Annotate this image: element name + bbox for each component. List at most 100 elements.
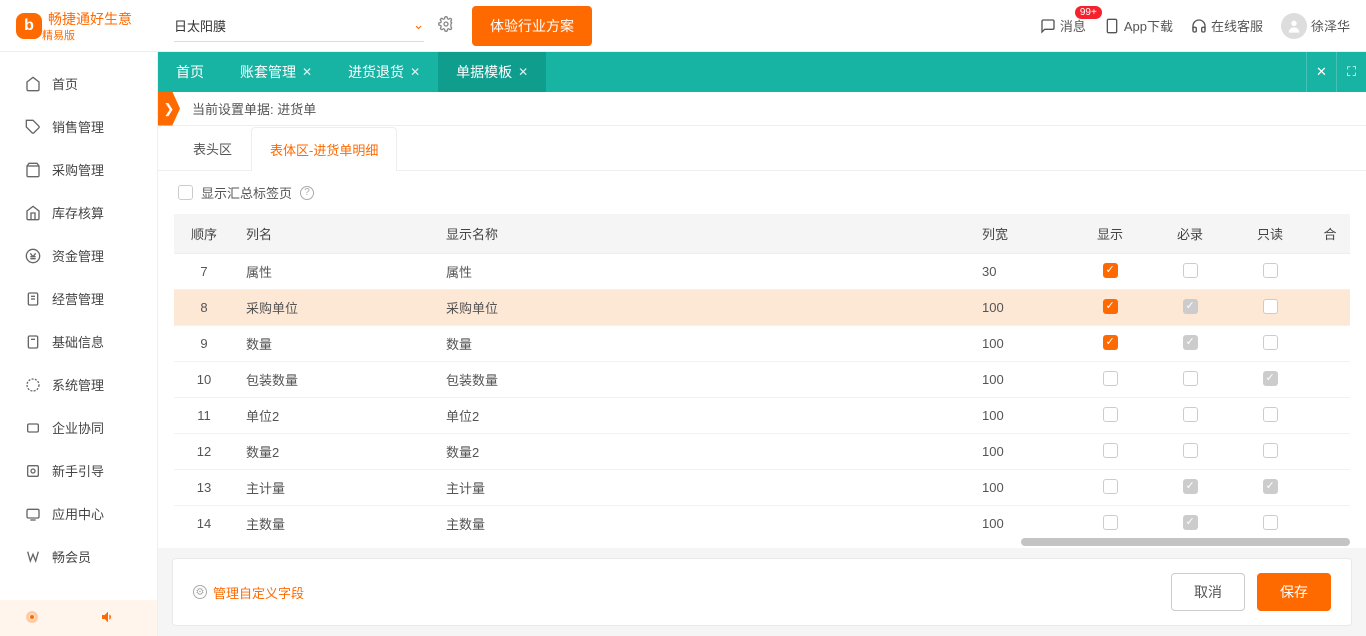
tab-0[interactable]: 首页 (158, 52, 222, 92)
col-readonly: 只读 (1230, 214, 1310, 254)
tab-1[interactable]: 账套管理✕ (222, 52, 330, 92)
col-show: 显示 (1070, 214, 1150, 254)
checkbox[interactable] (1103, 335, 1118, 350)
tv-icon (24, 505, 42, 523)
app-header: b 畅捷通好生意 精易版 日太阳膜 ⌄ 体验行业方案 消息 99+ App下载 (0, 0, 1366, 52)
col-sum: 合 (1310, 214, 1350, 254)
checkbox (1183, 479, 1198, 494)
clip-icon (24, 290, 42, 308)
show-summary-checkbox[interactable] (178, 185, 193, 200)
tab-3[interactable]: 单据模板✕ (438, 52, 546, 92)
sidebar-item-10[interactable]: 应用中心 (0, 492, 157, 535)
checkbox[interactable] (1263, 263, 1278, 278)
checkbox[interactable] (1103, 443, 1118, 458)
col-required: 必录 (1150, 214, 1230, 254)
page-tabs: 首页账套管理✕进货退货✕单据模板✕ ✕ ⛶ (158, 52, 1366, 92)
home-icon (24, 75, 42, 93)
checkbox[interactable] (1263, 335, 1278, 350)
checkbox[interactable] (1103, 515, 1118, 530)
sidebar-item-3[interactable]: 库存核算 (0, 191, 157, 234)
industry-plan-button[interactable]: 体验行业方案 (472, 6, 592, 46)
avatar-icon (1281, 13, 1307, 39)
arrow-right-icon: ❯ (158, 92, 180, 126)
sidebar-item-7[interactable]: 系统管理 (0, 363, 157, 406)
checkbox (1183, 335, 1198, 350)
col-display: 显示名称 (434, 214, 970, 254)
checkbox[interactable] (1183, 371, 1198, 386)
checkbox[interactable] (1103, 407, 1118, 422)
manage-custom-fields-link[interactable]: ⚙ 管理自定义字段 (193, 583, 304, 602)
sidebar-item-2[interactable]: 采购管理 (0, 148, 157, 191)
col-seq: 顺序 (174, 214, 234, 254)
message-badge: 99+ (1075, 6, 1102, 19)
table-row[interactable]: 11单位2单位2100 (174, 398, 1350, 434)
table-row[interactable]: 9数量数量100 (174, 326, 1350, 362)
sidebar-item-11[interactable]: 畅会员 (0, 535, 157, 578)
sidebar-item-4[interactable]: 资金管理 (0, 234, 157, 277)
footer-gear-icon[interactable] (24, 609, 40, 628)
checkbox[interactable] (1103, 479, 1118, 494)
tab-2[interactable]: 进货退货✕ (330, 52, 438, 92)
tag-icon (24, 118, 42, 136)
sidebar-item-6[interactable]: 基础信息 (0, 320, 157, 363)
gear-small-icon: ⚙ (193, 585, 207, 599)
checkbox[interactable] (1183, 443, 1198, 458)
close-icon[interactable]: ✕ (518, 65, 528, 79)
subtab-1[interactable]: 表体区-进货单明细 (251, 127, 397, 171)
online-service-button[interactable]: 在线客服 (1191, 16, 1263, 35)
house-icon (24, 204, 42, 222)
footer-sound-icon[interactable] (100, 609, 116, 628)
settings-icon[interactable] (438, 16, 454, 35)
close-icon[interactable]: ✕ (410, 65, 420, 79)
org-selector[interactable]: 日太阳膜 ⌄ (174, 10, 424, 42)
sync-icon (24, 376, 42, 394)
logo-text: 畅捷通好生意 (48, 11, 132, 27)
sidebar-item-9[interactable]: 新手引导 (0, 449, 157, 492)
close-tab-button[interactable]: ✕ (1306, 52, 1336, 92)
checkbox[interactable] (1263, 407, 1278, 422)
checkbox[interactable] (1263, 515, 1278, 530)
fullscreen-button[interactable]: ⛶ (1336, 52, 1366, 92)
checkbox[interactable] (1183, 263, 1198, 278)
info-icon (24, 333, 42, 351)
sidebar-item-0[interactable]: 首页 (0, 62, 157, 105)
checkbox[interactable] (1183, 407, 1198, 422)
table-row[interactable]: 10包装数量包装数量100 (174, 362, 1350, 398)
guide-icon (24, 462, 42, 480)
help-icon[interactable]: ? (300, 186, 314, 200)
phone-icon (1104, 18, 1120, 34)
sidebar-item-1[interactable]: 销售管理 (0, 105, 157, 148)
money-icon (24, 247, 42, 265)
checkbox[interactable] (1263, 443, 1278, 458)
checkbox (1263, 371, 1278, 386)
logo-subtitle: 精易版 (42, 27, 132, 43)
app-download-button[interactable]: App下载 (1104, 16, 1173, 35)
table-row[interactable]: 12数量2数量2100 (174, 434, 1350, 470)
table-row[interactable]: 13主计量主计量100 (174, 470, 1350, 506)
logo[interactable]: b 畅捷通好生意 精易版 (16, 9, 158, 43)
org-name: 日太阳膜 (174, 16, 226, 35)
messages-button[interactable]: 消息 99+ (1040, 16, 1086, 35)
checkbox[interactable] (1103, 371, 1118, 386)
table-row[interactable]: 14主数量主数量100 (174, 506, 1350, 535)
sidebar-item-5[interactable]: 经营管理 (0, 277, 157, 320)
chevron-down-icon: ⌄ (413, 17, 424, 33)
save-button[interactable]: 保存 (1257, 573, 1331, 611)
horizontal-scrollbar[interactable] (174, 538, 1350, 548)
checkbox[interactable] (1103, 263, 1118, 278)
cancel-button[interactable]: 取消 (1171, 573, 1245, 611)
table-row[interactable]: 7属性属性30 (174, 254, 1350, 290)
table-row[interactable]: 8采购单位采购单位100 (174, 290, 1350, 326)
show-summary-label: 显示汇总标签页 (201, 183, 292, 202)
sub-tabs: 表头区表体区-进货单明细 (158, 126, 1366, 171)
checkbox[interactable] (1263, 299, 1278, 314)
checkbox[interactable] (1103, 299, 1118, 314)
logo-icon: b (16, 13, 42, 39)
breadcrumb: ❯ 当前设置单据: 进货单 (158, 92, 1366, 126)
user-menu[interactable]: 徐泽华 (1281, 13, 1350, 39)
close-icon[interactable]: ✕ (302, 65, 312, 79)
subtab-0[interactable]: 表头区 (174, 126, 251, 170)
biz-icon (24, 419, 42, 437)
sidebar-item-8[interactable]: 企业协同 (0, 406, 157, 449)
headset-icon (1191, 18, 1207, 34)
